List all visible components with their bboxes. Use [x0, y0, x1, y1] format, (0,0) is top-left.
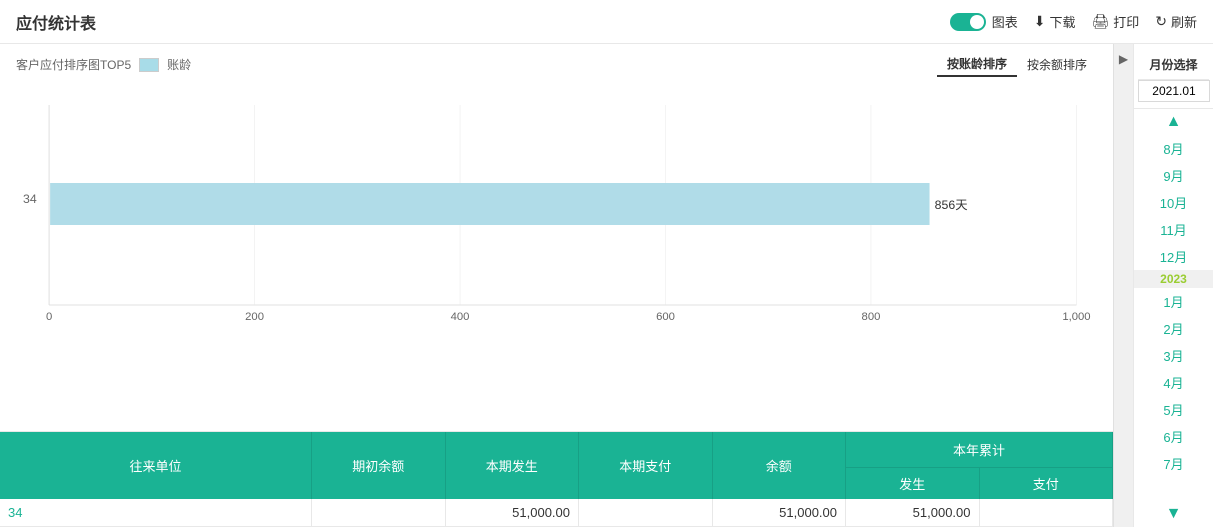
- vendor-link[interactable]: 34: [8, 505, 22, 520]
- expand-col[interactable]: ▶: [1113, 44, 1133, 527]
- sidebar-nav: ▲ 8月9月10月11月12月20231月2月3月4月5月6月7月 ▼: [1134, 109, 1213, 527]
- col-ytd-payment: 支付: [979, 468, 1113, 500]
- month-item[interactable]: 9月: [1134, 162, 1213, 189]
- cell-opening: [312, 499, 446, 527]
- app-header: 应付统计表 图表 ⬇ 下载 🖨 打印 ↻ 刷新: [0, 0, 1213, 44]
- refresh-icon: ↻: [1155, 13, 1167, 30]
- year-input[interactable]: [1138, 80, 1210, 102]
- svg-text:1,000: 1,000: [1062, 311, 1090, 323]
- sidebar-title: 月份选择: [1138, 50, 1209, 80]
- print-label: 打印: [1113, 12, 1139, 31]
- table-row: 34 51,000.00 51,000.00 51,000.00: [0, 499, 1113, 527]
- legend-title: 客户应付排序图TOP5: [16, 56, 131, 73]
- download-icon: ⬇: [1034, 13, 1046, 30]
- table-body: 34 51,000.00 51,000.00 51,000.00: [0, 499, 1113, 527]
- expand-arrow-icon: ▶: [1119, 52, 1128, 66]
- download-button[interactable]: ⬇ 下载: [1034, 12, 1076, 31]
- svg-text:800: 800: [862, 311, 881, 323]
- print-icon: 🖨: [1091, 13, 1109, 30]
- month-item[interactable]: 5月: [1134, 396, 1213, 423]
- chart-section: 客户应付排序图TOP5 账龄 按账龄排序 按余额排序 34: [0, 44, 1113, 527]
- page-title: 应付统计表: [16, 10, 96, 34]
- svg-text:200: 200: [245, 311, 264, 323]
- cell-balance: 51,000.00: [712, 499, 846, 527]
- month-item[interactable]: 1月: [1134, 288, 1213, 315]
- chart-area: 34 0 200 400 600 800 1,000: [0, 85, 1113, 431]
- col-balance: 余额: [712, 432, 846, 499]
- col-vendor: 往来单位: [0, 432, 312, 499]
- scroll-up-button[interactable]: ▲: [1134, 109, 1213, 135]
- legend-box: [139, 58, 159, 72]
- cell-ytd-payment: [979, 499, 1113, 527]
- month-list: 8月9月10月11月12月20231月2月3月4月5月6月7月: [1134, 135, 1213, 501]
- chart-sort-buttons: 按账龄排序 按余额排序: [937, 52, 1097, 77]
- chart-legend: 客户应付排序图TOP5 账龄: [16, 56, 191, 73]
- header-actions: 图表 ⬇ 下载 🖨 打印 ↻ 刷新: [950, 12, 1197, 31]
- data-table: 往来单位 期初余额 本期发生 本期支付 余额 本年累计 发生 支付: [0, 432, 1113, 527]
- month-item[interactable]: 12月: [1134, 243, 1213, 270]
- cell-ytd-occurrence: 51,000.00: [846, 499, 980, 527]
- col-payment: 本期支付: [579, 432, 713, 499]
- month-item[interactable]: 8月: [1134, 135, 1213, 162]
- bar-chart: 34 0 200 400 600 800 1,000: [8, 85, 1097, 345]
- refresh-button[interactable]: ↻ 刷新: [1155, 12, 1197, 31]
- month-item[interactable]: 6月: [1134, 423, 1213, 450]
- refresh-label: 刷新: [1171, 12, 1197, 31]
- sort-by-balance-button[interactable]: 按账龄排序: [937, 52, 1017, 77]
- cell-vendor: 34: [0, 499, 312, 527]
- col-ytd: 本年累计: [846, 432, 1113, 468]
- download-label: 下载: [1049, 12, 1075, 31]
- scroll-down-button[interactable]: ▼: [1134, 501, 1213, 527]
- svg-text:400: 400: [451, 311, 470, 323]
- print-button[interactable]: 🖨 打印: [1091, 12, 1139, 31]
- month-item[interactable]: 2月: [1134, 315, 1213, 342]
- table-wrapper: 往来单位 期初余额 本期发生 本期支付 余额 本年累计 发生 支付: [0, 432, 1113, 527]
- cell-payment: [579, 499, 713, 527]
- table-section: 往来单位 期初余额 本期发生 本期支付 余额 本年累计 发生 支付: [0, 431, 1113, 527]
- legend-label: 账龄: [167, 56, 191, 73]
- col-ytd-occurrence: 发生: [846, 468, 980, 500]
- year-label[interactable]: 2023: [1134, 270, 1213, 288]
- month-item[interactable]: 7月: [1134, 450, 1213, 477]
- chart-toggle-wrapper: 图表: [950, 12, 1018, 31]
- svg-text:856天: 856天: [935, 198, 968, 212]
- cell-occurrence: 51,000.00: [445, 499, 579, 527]
- month-item[interactable]: 4月: [1134, 369, 1213, 396]
- chart-toggle-label: 图表: [992, 12, 1018, 31]
- month-item[interactable]: 11月: [1134, 216, 1213, 243]
- svg-text:600: 600: [656, 311, 675, 323]
- chart-header: 客户应付排序图TOP5 账龄 按账龄排序 按余额排序: [0, 44, 1113, 85]
- sort-by-amount-button[interactable]: 按余额排序: [1017, 52, 1097, 77]
- month-item[interactable]: 3月: [1134, 342, 1213, 369]
- svg-text:34: 34: [23, 192, 37, 206]
- col-opening: 期初余额: [312, 432, 446, 499]
- sidebar: 月份选择 ▲ 8月9月10月11月12月20231月2月3月4月5月6月7月 ▼: [1133, 44, 1213, 527]
- month-item[interactable]: 10月: [1134, 189, 1213, 216]
- sidebar-header-area: 月份选择: [1134, 44, 1213, 109]
- main-content: 客户应付排序图TOP5 账龄 按账龄排序 按余额排序 34: [0, 44, 1213, 527]
- col-occurrence: 本期发生: [445, 432, 579, 499]
- table-header-row: 往来单位 期初余额 本期发生 本期支付 余额 本年累计: [0, 432, 1113, 468]
- svg-text:0: 0: [46, 311, 52, 323]
- chart-toggle[interactable]: [950, 13, 986, 31]
